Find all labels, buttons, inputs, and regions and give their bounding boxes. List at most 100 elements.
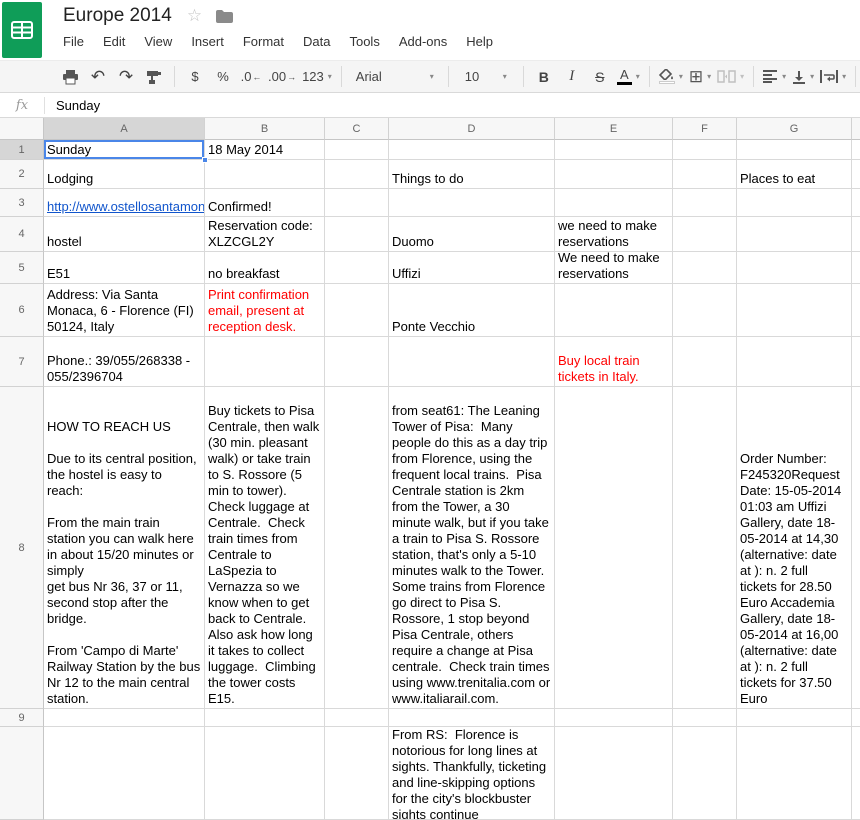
cell-A5[interactable]: E51 — [44, 252, 205, 284]
cell-G3[interactable] — [737, 189, 852, 217]
cell-C1[interactable] — [325, 140, 389, 160]
document-title[interactable]: Europe 2014 — [63, 5, 172, 27]
column-header-G[interactable]: G — [737, 118, 852, 140]
cell-H9[interactable] — [852, 709, 860, 727]
cell-B2[interactable] — [205, 160, 325, 189]
format-percent-button[interactable]: % — [212, 65, 234, 89]
cell-C3[interactable] — [325, 189, 389, 217]
menu-addons[interactable]: Add-ons — [399, 34, 447, 49]
cell-E6[interactable] — [555, 284, 673, 337]
text-color-button[interactable]: A ▾ — [616, 65, 640, 89]
cell-H1[interactable] — [852, 140, 860, 160]
cell-G1[interactable] — [737, 140, 852, 160]
cell-G4[interactable] — [737, 217, 852, 252]
cell-G9[interactable] — [737, 709, 852, 727]
cell-G6[interactable] — [737, 284, 852, 337]
cell-H7[interactable] — [852, 337, 860, 387]
cell-H10[interactable] — [852, 727, 860, 820]
borders-button[interactable]: ⊞ ▾ — [689, 65, 711, 89]
print-button[interactable] — [59, 65, 81, 89]
cell-E9[interactable] — [555, 709, 673, 727]
row-header-2[interactable]: 2 — [0, 160, 44, 189]
paint-format-button[interactable] — [143, 65, 165, 89]
cell-A10[interactable] — [44, 727, 205, 820]
cell-F4[interactable] — [673, 217, 737, 252]
cell-C8[interactable] — [325, 387, 389, 709]
cell-H6[interactable] — [852, 284, 860, 337]
cell-E4[interactable]: we need to make reservations — [555, 217, 673, 252]
increase-decimal-button[interactable]: .00 → — [268, 65, 296, 89]
menu-format[interactable]: Format — [243, 34, 284, 49]
column-header-A[interactable]: A — [44, 118, 205, 140]
column-header-E[interactable]: E — [555, 118, 673, 140]
menu-edit[interactable]: Edit — [103, 34, 125, 49]
cell-G2[interactable]: Places to eat — [737, 160, 852, 189]
star-icon[interactable]: ☆ — [187, 6, 202, 26]
column-header-F[interactable]: F — [673, 118, 737, 140]
redo-button[interactable]: ↷ — [115, 65, 137, 89]
cell-H8[interactable] — [852, 387, 860, 709]
cell-H4[interactable] — [852, 217, 860, 252]
cell-D2[interactable]: Things to do — [389, 160, 555, 189]
cell-B8[interactable]: Buy tickets to Pisa Centrale, then walk … — [205, 387, 325, 709]
column-header-D[interactable]: D — [389, 118, 555, 140]
cell-F1[interactable] — [673, 140, 737, 160]
cell-A7[interactable]: Phone.: 39/055/268338 - 055/2396704 — [44, 337, 205, 387]
cell-E10[interactable] — [555, 727, 673, 820]
strikethrough-button[interactable]: S — [589, 65, 611, 89]
row-header-9[interactable]: 9 — [0, 709, 44, 727]
cell-E3[interactable] — [555, 189, 673, 217]
cell-B3[interactable]: Confirmed! — [205, 189, 325, 217]
cell-A4[interactable]: hostel — [44, 217, 205, 252]
row-header-3[interactable]: 3 — [0, 189, 44, 217]
column-header-C[interactable]: C — [325, 118, 389, 140]
format-currency-button[interactable]: $ — [184, 65, 206, 89]
cell-F7[interactable] — [673, 337, 737, 387]
cell-C2[interactable] — [325, 160, 389, 189]
cell-G7[interactable] — [737, 337, 852, 387]
menu-file[interactable]: File — [63, 34, 84, 49]
cell-B6[interactable]: Print confirmation email, present at rec… — [205, 284, 325, 337]
cell-F10[interactable] — [673, 727, 737, 820]
cell-A9[interactable] — [44, 709, 205, 727]
cell-D8[interactable]: from seat61: The Leaning Tower of Pisa: … — [389, 387, 555, 709]
cell-C6[interactable] — [325, 284, 389, 337]
font-size-select[interactable]: 10 ▾ — [458, 65, 514, 89]
cell-H3[interactable] — [852, 189, 860, 217]
row-header-6[interactable]: 6 — [0, 284, 44, 337]
cell-E8[interactable] — [555, 387, 673, 709]
cell-D1[interactable] — [389, 140, 555, 160]
cell-A8[interactable]: HOW TO REACH US Due to its central posit… — [44, 387, 205, 709]
cell-C9[interactable] — [325, 709, 389, 727]
cell-D3[interactable] — [389, 189, 555, 217]
cell-G5[interactable] — [737, 252, 852, 284]
cell-B4[interactable]: Reservation code: XLZCGL2Y — [205, 217, 325, 252]
cell-B1[interactable]: 18 May 2014 — [205, 140, 325, 160]
menu-tools[interactable]: Tools — [349, 34, 379, 49]
cell-G10[interactable] — [737, 727, 852, 820]
cell-A1[interactable]: Sunday — [44, 140, 208, 163]
bold-button[interactable]: B — [533, 65, 555, 89]
cell-A2[interactable]: Lodging — [44, 160, 205, 189]
cell-D9[interactable] — [389, 709, 555, 727]
menu-view[interactable]: View — [144, 34, 172, 49]
menu-insert[interactable]: Insert — [191, 34, 224, 49]
cell-D10[interactable]: From RS: Florence is notorious for long … — [389, 727, 555, 820]
menu-help[interactable]: Help — [466, 34, 493, 49]
cell-D6[interactable]: Ponte Vecchio — [389, 284, 555, 337]
cell-E7[interactable]: Buy local train tickets in Italy. — [555, 337, 673, 387]
cell-D5[interactable]: Uffizi — [389, 252, 555, 284]
select-all-corner[interactable] — [0, 118, 44, 140]
cell-G8[interactable]: Order Number: F245320Request Date: 15-05… — [737, 387, 852, 709]
cell-E5[interactable]: We need to make reservations — [555, 252, 673, 284]
cell-E2[interactable] — [555, 160, 673, 189]
row-header-10[interactable] — [0, 727, 44, 820]
folder-icon[interactable] — [216, 9, 234, 23]
cell-D4[interactable]: Duomo — [389, 217, 555, 252]
fill-color-button[interactable]: ▾ — [658, 65, 683, 89]
cell-B5[interactable]: no breakfast — [205, 252, 325, 284]
cell-F9[interactable] — [673, 709, 737, 727]
fill-handle[interactable] — [202, 157, 208, 163]
cell-C4[interactable] — [325, 217, 389, 252]
row-header-7[interactable]: 7 — [0, 337, 44, 387]
